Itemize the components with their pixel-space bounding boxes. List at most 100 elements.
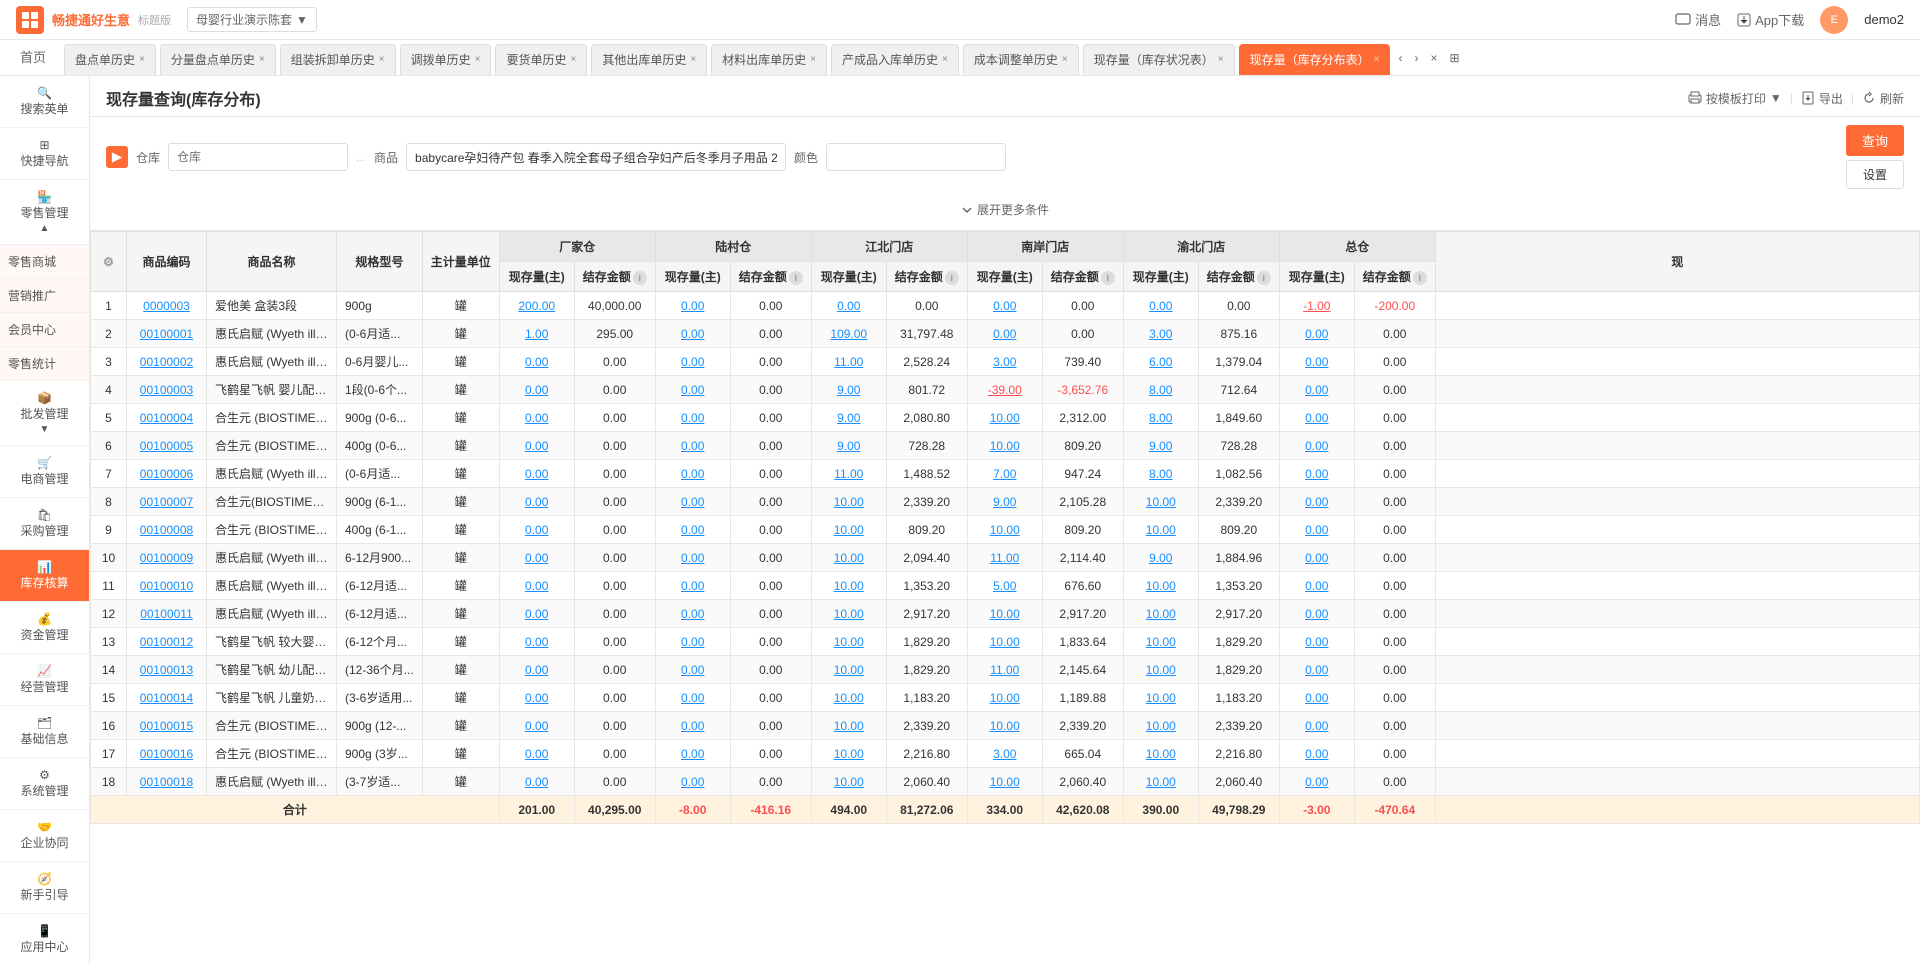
col-settings[interactable]: ⚙ xyxy=(91,232,127,292)
sidebar-item-system[interactable]: ⚙ 系统管理 xyxy=(0,758,89,810)
sidebar-item-ecom[interactable]: 🛒 电商管理 xyxy=(0,446,89,498)
product-label: 商品 xyxy=(374,149,398,166)
table-row: 1400100013飞鹤星飞帆 幼儿配方奶...(12-36个月...罐0.00… xyxy=(91,656,1920,684)
tab-qita[interactable]: 其他出库单历史 × xyxy=(591,44,707,76)
tab-diaobo[interactable]: 调拨单历史 × xyxy=(400,44,492,76)
sidebar-item-appstore[interactable]: 📱 应用中心 xyxy=(0,914,89,965)
sidebar-item-operations[interactable]: 📈 经营管理 xyxy=(0,654,89,706)
tab-cailiao[interactable]: 材料出库单历史 × xyxy=(711,44,827,76)
table-row: 200100001惠氏启赋 (Wyeth illu...(0-6月适...罐1.… xyxy=(91,320,1920,348)
sidebar-item-finance[interactable]: 💰 资金管理 xyxy=(0,602,89,654)
page-header: 现存量查询(库存分布) 按模板打印 ▼ | 导出 | 刷新 xyxy=(90,76,1920,117)
color-input[interactable] xyxy=(826,143,1006,171)
tab-next-btn[interactable]: › xyxy=(1408,40,1424,76)
filter-toggle-btn[interactable]: ▶ xyxy=(106,146,128,168)
page-title: 现存量查询(库存分布) xyxy=(106,86,261,110)
sidebar-item-marketing[interactable]: 营销推广 xyxy=(0,279,89,313)
inventory-table: ⚙ 商品编码 商品名称 规格型号 主计量单位 厂家仓 陆村仓 江北门店 南岸门店… xyxy=(90,231,1920,824)
logo-text: 畅捷通好生意 xyxy=(52,10,130,29)
group-lucun: 陆村仓 xyxy=(655,232,811,262)
main-layout: 🔍 搜索英单 ⊞ 快捷导航 🏪 零售管理 ▲ 零售商城 营销推广 会员中心 零售… xyxy=(0,76,1920,965)
warehouse-label: 仓库 xyxy=(136,149,160,166)
sidebar-item-guide[interactable]: 🧭 新手引导 xyxy=(0,862,89,914)
sidebar-item-wholesale[interactable]: 📦 批发管理 ▼ xyxy=(0,381,89,446)
expand-row: 展开更多条件 xyxy=(106,193,1904,222)
tab-xiancun-dist[interactable]: 现存量（库存分布表）× xyxy=(1239,44,1391,76)
group-total: 总仓 xyxy=(1279,232,1435,262)
table-row: 600100005合生元 (BIOSTIME) ...400g (0-6...罐… xyxy=(91,432,1920,460)
sidebar-item-retail-mall[interactable]: 零售商城 xyxy=(0,245,89,279)
table-row: 1500100014飞鹤星飞帆 儿童奶粉 4...(3-6岁适用...罐0.00… xyxy=(91,684,1920,712)
sidebar-item-purchase[interactable]: 🛍 采购管理 xyxy=(0,498,89,550)
settings-btn[interactable]: 设置 xyxy=(1846,160,1904,189)
table-body: 10000003爱他美 盒装3段900g罐200.0040,000.000.00… xyxy=(91,292,1920,824)
tab-chengben[interactable]: 成本调整单历史 × xyxy=(963,44,1079,76)
tab-fenliang[interactable]: 分量盘点单历史 × xyxy=(160,44,276,76)
tab-close-all-btn[interactable]: × xyxy=(1424,40,1443,76)
table-summary-row: 合计201.0040,295.00-8.00-416.16494.0081,27… xyxy=(91,796,1920,824)
table-row: 300100002惠氏启赋 (Wyeth illu...0-6月婴儿...罐0.… xyxy=(91,348,1920,376)
col-extra: 现 xyxy=(1435,232,1919,292)
sidebar-item-nav[interactable]: ⊞ 快捷导航 xyxy=(0,128,89,180)
tab-bar: 首页 盘点单历史 × 分量盘点单历史 × 组装拆卸单历史 × 调拨单历史 × 要… xyxy=(0,40,1920,76)
table-row: 1100100010惠氏启赋 (Wyeth illu...(6-12月适...罐… xyxy=(91,572,1920,600)
refresh-btn[interactable]: 刷新 xyxy=(1862,90,1904,107)
industry-selector[interactable]: 母婴行业演示陈套 ▼ xyxy=(187,7,317,32)
tab-xiancun-status[interactable]: 现存量（库存状况表）× xyxy=(1083,44,1235,76)
sidebar-item-inventory[interactable]: 📊 库存核算 xyxy=(0,550,89,602)
table-row: 1000100009惠氏启赋 (Wyeth illu...6-12月900...… xyxy=(91,544,1920,572)
product-input[interactable] xyxy=(406,143,786,171)
tab-chengpin[interactable]: 产成品入库单历史 × xyxy=(831,44,959,76)
table-row: 1800100018惠氏启赋 (Wyeth illu...(3-7岁适...罐0… xyxy=(91,768,1920,796)
group-yubei: 渝北门店 xyxy=(1123,232,1279,262)
table-row: 900100008合生元 (BIOSTIME) ...400g (6-1...罐… xyxy=(91,516,1920,544)
sidebar-item-retail-mgmt[interactable]: 🏪 零售管理 ▲ xyxy=(0,180,89,245)
tab-home[interactable]: 首页 xyxy=(4,40,62,76)
tab-yaohuo[interactable]: 要货单历史 × xyxy=(495,44,587,76)
table-container[interactable]: ⚙ 商品编码 商品名称 规格型号 主计量单位 厂家仓 陆村仓 江北门店 南岸门店… xyxy=(90,231,1920,965)
tab-prev-btn[interactable]: ‹ xyxy=(1392,40,1408,76)
content-area: 现存量查询(库存分布) 按模板打印 ▼ | 导出 | 刷新 xyxy=(90,76,1920,965)
username: demo2 xyxy=(1864,12,1904,27)
search-btn[interactable]: 查询 xyxy=(1846,125,1904,156)
filter-area: ▶ 仓库 ... 商品 颜色 查询 设置 展开更多条件 xyxy=(90,117,1920,231)
sidebar-item-collab[interactable]: 🤝 企业协同 xyxy=(0,810,89,862)
logo-icon xyxy=(16,6,44,34)
table-row: 700100006惠氏启赋 (Wyeth illu...(0-6月适...罐0.… xyxy=(91,460,1920,488)
user-avatar[interactable]: E xyxy=(1820,6,1848,34)
table-group-header-row: ⚙ 商品编码 商品名称 规格型号 主计量单位 厂家仓 陆村仓 江北门店 南岸门店… xyxy=(91,232,1920,262)
table-row: 400100003飞鹤星飞帆 婴儿配方奶...1段(0-6个...罐0.000.… xyxy=(91,376,1920,404)
tab-pandian[interactable]: 盘点单历史 × xyxy=(64,44,156,76)
warehouse-input[interactable] xyxy=(168,143,348,171)
app-download-btn[interactable]: App下载 xyxy=(1737,10,1804,29)
top-bar: 畅捷通好生意 标题版 母婴行业演示陈套 ▼ 消息 App下载 E demo2 xyxy=(0,0,1920,40)
sidebar-item-base[interactable]: 🗂 基础信息 xyxy=(0,706,89,758)
export-btn[interactable]: 导出 xyxy=(1801,90,1843,107)
page-actions: 按模板打印 ▼ | 导出 | 刷新 xyxy=(1688,90,1904,107)
table-row: 500100004合生元 (BIOSTIME) ...900g (0-6...罐… xyxy=(91,404,1920,432)
filter-right-btns: 查询 设置 xyxy=(1846,125,1904,189)
tab-expand-btn[interactable]: ⊞ xyxy=(1443,40,1465,76)
group-jiangbei: 江北门店 xyxy=(811,232,967,262)
top-bar-right: 消息 App下载 E demo2 xyxy=(1675,6,1904,34)
group-changjia: 厂家仓 xyxy=(499,232,655,262)
table-row: 1700100016合生元 (BIOSTIME) ...900g (3岁...罐… xyxy=(91,740,1920,768)
sidebar-sub-retail: 零售商城 营销推广 会员中心 零售统计 xyxy=(0,245,89,381)
table-row: 800100007合生元(BIOSTIME)沁...900g (6-1...罐0… xyxy=(91,488,1920,516)
message-btn[interactable]: 消息 xyxy=(1675,10,1721,29)
table-row: 1200100011惠氏启赋 (Wyeth illu...(6-12月适...罐… xyxy=(91,600,1920,628)
divider-2: | xyxy=(1851,91,1854,105)
sidebar-item-member[interactable]: 会员中心 xyxy=(0,313,89,347)
logo-sub: 标题版 xyxy=(138,12,171,28)
sidebar-item-stats[interactable]: 零售统计 xyxy=(0,347,89,381)
filter-row: ▶ 仓库 ... 商品 颜色 xyxy=(106,143,1846,171)
print-btn[interactable]: 按模板打印 ▼ xyxy=(1688,90,1782,107)
expand-btn[interactable]: 展开更多条件 xyxy=(953,197,1057,222)
tab-zuzhang[interactable]: 组装拆卸单历史 × xyxy=(280,44,396,76)
sidebar-item-search[interactable]: 🔍 搜索英单 xyxy=(0,76,89,128)
color-label: 颜色 xyxy=(794,149,818,166)
divider-1: | xyxy=(1790,91,1793,105)
top-bar-left: 畅捷通好生意 标题版 母婴行业演示陈套 ▼ xyxy=(16,6,317,34)
filter-section: ▶ 仓库 ... 商品 颜色 查询 设置 xyxy=(106,125,1904,189)
table-row: 1600100015合生元 (BIOSTIME) ...900g (12-...… xyxy=(91,712,1920,740)
